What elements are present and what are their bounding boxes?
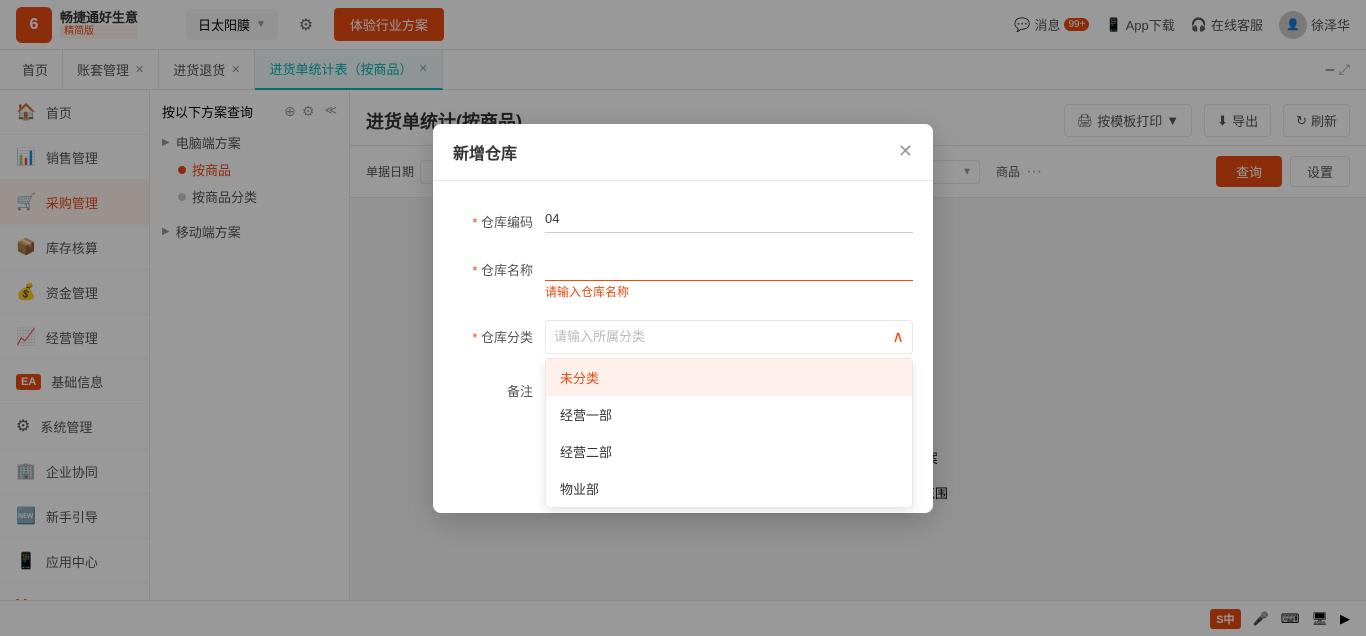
category-row: 仓库分类 ∧ 未分类 经营一部 经营二部 物业部 [453, 320, 913, 354]
category-content: ∧ 未分类 经营一部 经营二部 物业部 [545, 320, 913, 354]
code-content [545, 205, 913, 233]
modal-body: 仓库编码 仓库名称 请输入仓库名称 仓库分类 ∧ [433, 181, 933, 446]
dropdown-item-dept1[interactable]: 经营一部 [546, 396, 912, 433]
category-dropdown-input[interactable]: ∧ [545, 320, 913, 354]
name-row: 仓库名称 请输入仓库名称 [453, 253, 913, 300]
dropdown-list: 未分类 经营一部 经营二部 物业部 [545, 358, 913, 508]
modal-title: 新增仓库 [453, 140, 517, 164]
name-content: 请输入仓库名称 [545, 253, 913, 300]
dropdown-arrow-icon[interactable]: ∧ [892, 327, 904, 347]
modal-header: 新增仓库 ✕ [433, 124, 933, 181]
code-row: 仓库编码 [453, 205, 913, 233]
dropdown-item-property[interactable]: 物业部 [546, 470, 912, 507]
category-label: 仓库分类 [453, 320, 533, 346]
modal-overlay[interactable]: 新增仓库 ✕ 仓库编码 仓库名称 请输入仓库名称 仓库分类 [0, 0, 1366, 636]
note-label: 备注 [453, 374, 533, 400]
name-error-msg: 请输入仓库名称 [545, 283, 913, 300]
dropdown-item-uncategorized[interactable]: 未分类 [546, 359, 912, 396]
modal-close-icon[interactable]: ✕ [898, 141, 913, 162]
modal: 新增仓库 ✕ 仓库编码 仓库名称 请输入仓库名称 仓库分类 [433, 124, 933, 513]
code-label: 仓库编码 [453, 205, 533, 231]
category-input[interactable] [554, 329, 892, 344]
dropdown-item-dept2[interactable]: 经营二部 [546, 433, 912, 470]
code-input[interactable] [545, 205, 913, 233]
name-input[interactable] [545, 253, 913, 281]
name-label: 仓库名称 [453, 253, 533, 279]
